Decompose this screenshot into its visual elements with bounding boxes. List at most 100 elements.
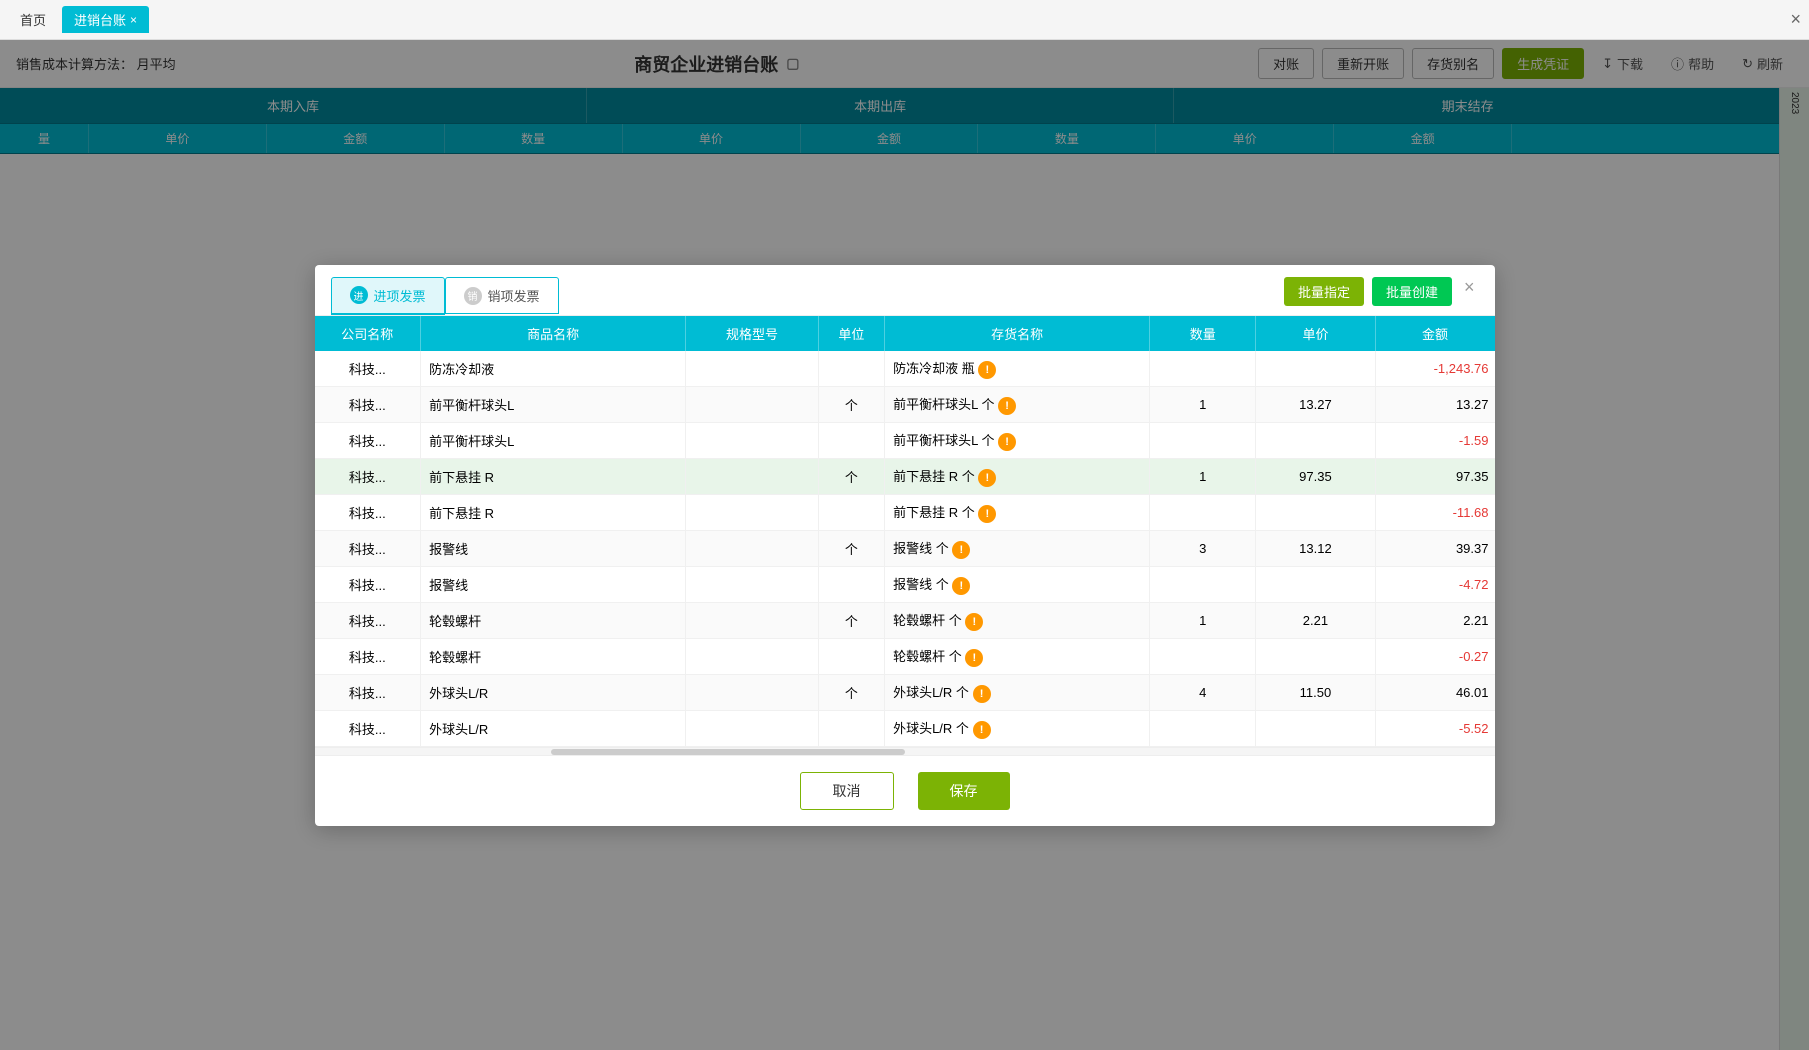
cell-amount: -5.52 xyxy=(1375,710,1494,746)
th-spec: 规格型号 xyxy=(686,316,819,351)
warn-icon: ! xyxy=(978,361,996,379)
cell-amount: 97.35 xyxy=(1375,458,1494,494)
warn-icon: ! xyxy=(952,577,970,595)
modal-hscroll[interactable] xyxy=(315,747,1495,755)
table-row: 科技... 前平衡杆球头L 个 前平衡杆球头L 个 ! 1 13.27 13.2… xyxy=(315,386,1495,422)
cell-price xyxy=(1256,710,1375,746)
tab-incoming-invoice[interactable]: 进 进项发票 xyxy=(331,277,445,315)
table-row: 科技... 前下悬挂 R 前下悬挂 R 个 ! -11.68 xyxy=(315,494,1495,530)
warn-icon: ! xyxy=(973,721,991,739)
cell-spec xyxy=(686,494,819,530)
th-price: 单价 xyxy=(1256,316,1375,351)
cell-goods: 外球头L/R xyxy=(421,674,686,710)
cell-goods: 防冻冷却液 xyxy=(421,351,686,387)
cell-goods: 报警线 xyxy=(421,530,686,566)
tab-outgoing-invoice[interactable]: 销 销项发票 xyxy=(445,277,559,314)
cell-goods: 报警线 xyxy=(421,566,686,602)
cell-unit xyxy=(818,566,884,602)
cell-inventory: 防冻冷却液 瓶 ! xyxy=(885,351,1150,387)
tab-active: 进销台账 × xyxy=(62,6,149,33)
cell-amount: 13.27 xyxy=(1375,386,1494,422)
th-unit: 单位 xyxy=(818,316,884,351)
cell-qty xyxy=(1150,710,1256,746)
cell-company: 科技... xyxy=(315,710,421,746)
cell-goods: 外球头L/R xyxy=(421,710,686,746)
cell-company: 科技... xyxy=(315,494,421,530)
table-row: 科技... 报警线 个 报警线 个 ! 3 13.12 39.37 xyxy=(315,530,1495,566)
cell-spec xyxy=(686,422,819,458)
cell-company: 科技... xyxy=(315,386,421,422)
btn-cancel[interactable]: 取消 xyxy=(800,772,894,810)
cell-qty xyxy=(1150,566,1256,602)
table-row: 科技... 外球头L/R 外球头L/R 个 ! -5.52 xyxy=(315,710,1495,746)
cell-amount: -1,243.76 xyxy=(1375,351,1494,387)
cell-amount: -1.59 xyxy=(1375,422,1494,458)
cell-company: 科技... xyxy=(315,422,421,458)
cell-goods: 轮毂螺杆 xyxy=(421,602,686,638)
modal-overlay: 进 进项发票 销 销项发票 批量指定 批量创建 × 公司名称 商品名称 规格 xyxy=(0,40,1809,1050)
cell-unit xyxy=(818,422,884,458)
cell-unit xyxy=(818,494,884,530)
modal-header-actions: 批量指定 批量创建 × xyxy=(1284,277,1479,314)
cell-company: 科技... xyxy=(315,566,421,602)
cell-unit: 个 xyxy=(818,458,884,494)
cell-price: 2.21 xyxy=(1256,602,1375,638)
cell-amount: -0.27 xyxy=(1375,638,1494,674)
cell-amount: 2.21 xyxy=(1375,602,1494,638)
modal-header: 进 进项发票 销 销项发票 批量指定 批量创建 × xyxy=(315,265,1495,316)
cell-amount: -11.68 xyxy=(1375,494,1494,530)
cell-spec xyxy=(686,638,819,674)
cell-goods: 前平衡杆球头L xyxy=(421,422,686,458)
cell-goods: 前下悬挂 R xyxy=(421,458,686,494)
btn-batch-specify[interactable]: 批量指定 xyxy=(1284,277,1364,306)
cell-qty: 1 xyxy=(1150,602,1256,638)
cell-price xyxy=(1256,351,1375,387)
modal-close-button[interactable]: × xyxy=(1460,277,1479,306)
table-row: 科技... 前下悬挂 R 个 前下悬挂 R 个 ! 1 97.35 97.35 xyxy=(315,458,1495,494)
table-row: 科技... 外球头L/R 个 外球头L/R 个 ! 4 11.50 46.01 xyxy=(315,674,1495,710)
th-qty: 数量 xyxy=(1150,316,1256,351)
btn-save[interactable]: 保存 xyxy=(918,772,1010,810)
cell-unit xyxy=(818,710,884,746)
cell-company: 科技... xyxy=(315,638,421,674)
cell-company: 科技... xyxy=(315,674,421,710)
hscroll-thumb xyxy=(551,749,905,755)
cell-inventory: 外球头L/R 个 ! xyxy=(885,674,1150,710)
warn-icon: ! xyxy=(978,505,996,523)
btn-batch-create[interactable]: 批量创建 xyxy=(1372,277,1452,306)
cell-unit: 个 xyxy=(818,386,884,422)
modal-dialog: 进 进项发票 销 销项发票 批量指定 批量创建 × 公司名称 商品名称 规格 xyxy=(315,265,1495,826)
tab-home[interactable]: 首页 xyxy=(8,6,58,33)
cell-price xyxy=(1256,638,1375,674)
cell-price: 13.27 xyxy=(1256,386,1375,422)
cell-goods: 前平衡杆球头L xyxy=(421,386,686,422)
warn-icon: ! xyxy=(952,541,970,559)
cell-inventory: 前下悬挂 R 个 ! xyxy=(885,458,1150,494)
cell-qty: 3 xyxy=(1150,530,1256,566)
cell-unit: 个 xyxy=(818,530,884,566)
cell-spec xyxy=(686,674,819,710)
cell-qty: 4 xyxy=(1150,674,1256,710)
cell-company: 科技... xyxy=(315,530,421,566)
cell-amount: 39.37 xyxy=(1375,530,1494,566)
cell-inventory: 前平衡杆球头L 个 ! xyxy=(885,422,1150,458)
cell-unit xyxy=(818,638,884,674)
outgoing-tab-icon: 销 xyxy=(464,287,482,305)
tab-active-label: 进销台账 xyxy=(74,10,126,29)
warn-icon: ! xyxy=(978,469,996,487)
cell-qty: 1 xyxy=(1150,386,1256,422)
warn-icon: ! xyxy=(965,649,983,667)
window-close-button[interactable]: × xyxy=(1790,9,1801,30)
cell-inventory: 报警线 个 ! xyxy=(885,530,1150,566)
cell-spec xyxy=(686,530,819,566)
warn-icon: ! xyxy=(998,433,1016,451)
table-row: 科技... 报警线 报警线 个 ! -4.72 xyxy=(315,566,1495,602)
th-amount: 金额 xyxy=(1375,316,1494,351)
table-row: 科技... 防冻冷却液 防冻冷却液 瓶 ! -1,243.76 xyxy=(315,351,1495,387)
cell-spec xyxy=(686,458,819,494)
cell-qty: 1 xyxy=(1150,458,1256,494)
cell-amount: -4.72 xyxy=(1375,566,1494,602)
cell-amount: 46.01 xyxy=(1375,674,1494,710)
modal-table-wrapper[interactable]: 公司名称 商品名称 规格型号 单位 存货名称 数量 单价 金额 科技... 防冻… xyxy=(315,316,1495,747)
tab-close-button[interactable]: × xyxy=(130,13,137,27)
